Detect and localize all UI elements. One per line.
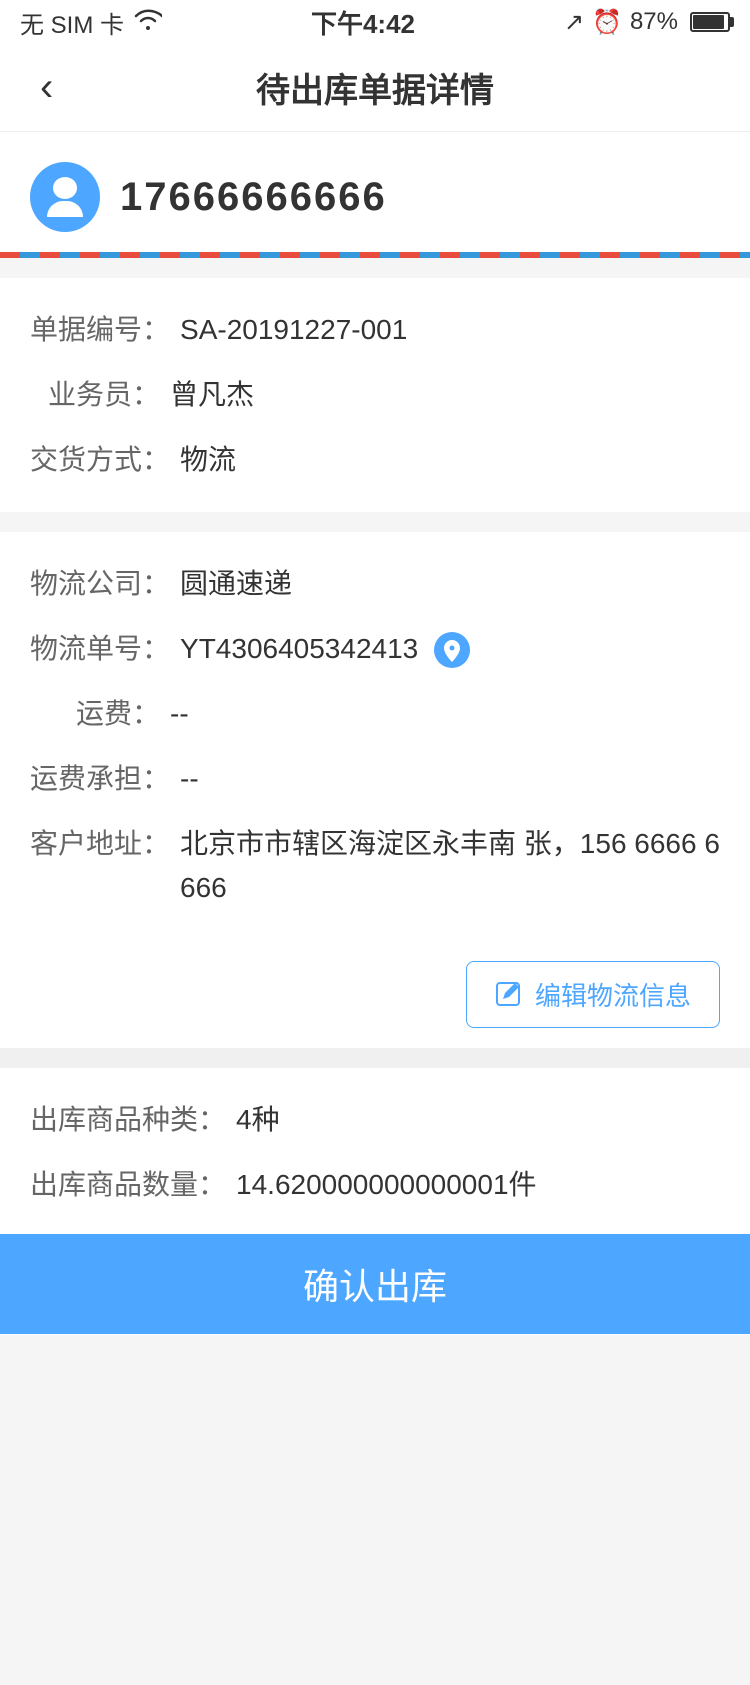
- alarm-icon: ⏰: [592, 8, 622, 37]
- address-label: 客户地址：: [30, 822, 180, 867]
- logistics-company-value: 圆通速递: [180, 562, 720, 607]
- freight-row: 运费： --: [30, 692, 720, 737]
- confirm-btn-label: 确认出库: [303, 1258, 447, 1310]
- tracking-number: YT4306405342413: [180, 627, 418, 672]
- salesman-value: 曾凡杰: [170, 373, 720, 418]
- delivery-label: 交货方式：: [30, 438, 180, 483]
- status-bar: 无 SIM 卡 下午4:42 ↗ ⏰ 87%: [0, 0, 750, 44]
- nav-bar: ‹ 待出库单据详情: [0, 44, 750, 132]
- confirm-outbound-button[interactable]: 确认出库: [0, 1234, 750, 1334]
- tracking-label: 物流单号：: [30, 627, 180, 672]
- product-info-card: 出库商品种类： 4种 出库商品数量： 14.620000000000001件: [0, 1068, 750, 1228]
- back-button[interactable]: ‹: [30, 55, 63, 120]
- edit-btn-label: 编辑物流信息: [535, 976, 691, 1013]
- avatar: [30, 162, 100, 232]
- logistics-company-row: 物流公司： 圆通速递: [30, 562, 720, 607]
- dashed-separator: [0, 252, 750, 258]
- location-status-icon: ↗: [564, 8, 584, 37]
- salesman-label: 业务员：: [30, 373, 170, 418]
- product-type-row: 出库商品种类： 4种: [30, 1098, 720, 1143]
- address-value: 北京市市辖区海淀区永丰南 张，156 6666 6666: [180, 822, 720, 912]
- product-quantity-label: 出库商品数量：: [30, 1163, 236, 1208]
- battery-text: 87%: [630, 8, 678, 36]
- address-row: 客户地址： 北京市市辖区海淀区永丰南 张，156 6666 6666: [30, 822, 720, 912]
- order-no-row: 单据编号： SA-20191227-001: [30, 308, 720, 353]
- freight-bear-label: 运费承担：: [30, 757, 180, 802]
- carrier-text: 无 SIM 卡: [20, 5, 124, 40]
- status-time: 下午4:42: [311, 9, 415, 39]
- freight-bear-row: 运费承担： --: [30, 757, 720, 802]
- customer-phone: 17666666666: [120, 175, 387, 220]
- section-divider: [0, 1048, 750, 1068]
- wifi-icon: [134, 8, 162, 37]
- freight-value: --: [170, 692, 720, 737]
- freight-label: 运费：: [30, 692, 170, 737]
- edit-logistics-button[interactable]: 编辑物流信息: [466, 961, 720, 1028]
- order-info-card: 单据编号： SA-20191227-001 业务员： 曾凡杰 交货方式： 物流: [0, 278, 750, 512]
- product-quantity-value: 14.620000000000001件: [236, 1163, 720, 1208]
- map-location-icon[interactable]: [434, 632, 470, 668]
- edit-icon: [495, 981, 523, 1009]
- tracking-row: 物流单号： YT4306405342413: [30, 627, 720, 672]
- salesman-row: 业务员： 曾凡杰: [30, 373, 720, 418]
- product-quantity-row: 出库商品数量： 14.620000000000001件: [30, 1163, 720, 1208]
- tracking-value: YT4306405342413: [180, 627, 720, 672]
- edit-btn-row: 编辑物流信息: [0, 941, 750, 1048]
- empty-space: [0, 1335, 750, 1585]
- customer-header: 17666666666: [0, 132, 750, 252]
- product-type-label: 出库商品种类：: [30, 1098, 236, 1143]
- page-title: 待出库单据详情: [256, 63, 494, 112]
- logistics-company-label: 物流公司：: [30, 562, 180, 607]
- order-no-label: 单据编号：: [30, 308, 180, 353]
- freight-bear-value: --: [180, 757, 720, 802]
- logistics-card: 物流公司： 圆通速递 物流单号： YT4306405342413 运费： -- …: [0, 532, 750, 941]
- product-type-value: 4种: [236, 1098, 720, 1143]
- delivery-value: 物流: [180, 438, 720, 483]
- order-no-value: SA-20191227-001: [180, 308, 720, 353]
- battery-icon: [690, 12, 730, 32]
- delivery-row: 交货方式： 物流: [30, 438, 720, 483]
